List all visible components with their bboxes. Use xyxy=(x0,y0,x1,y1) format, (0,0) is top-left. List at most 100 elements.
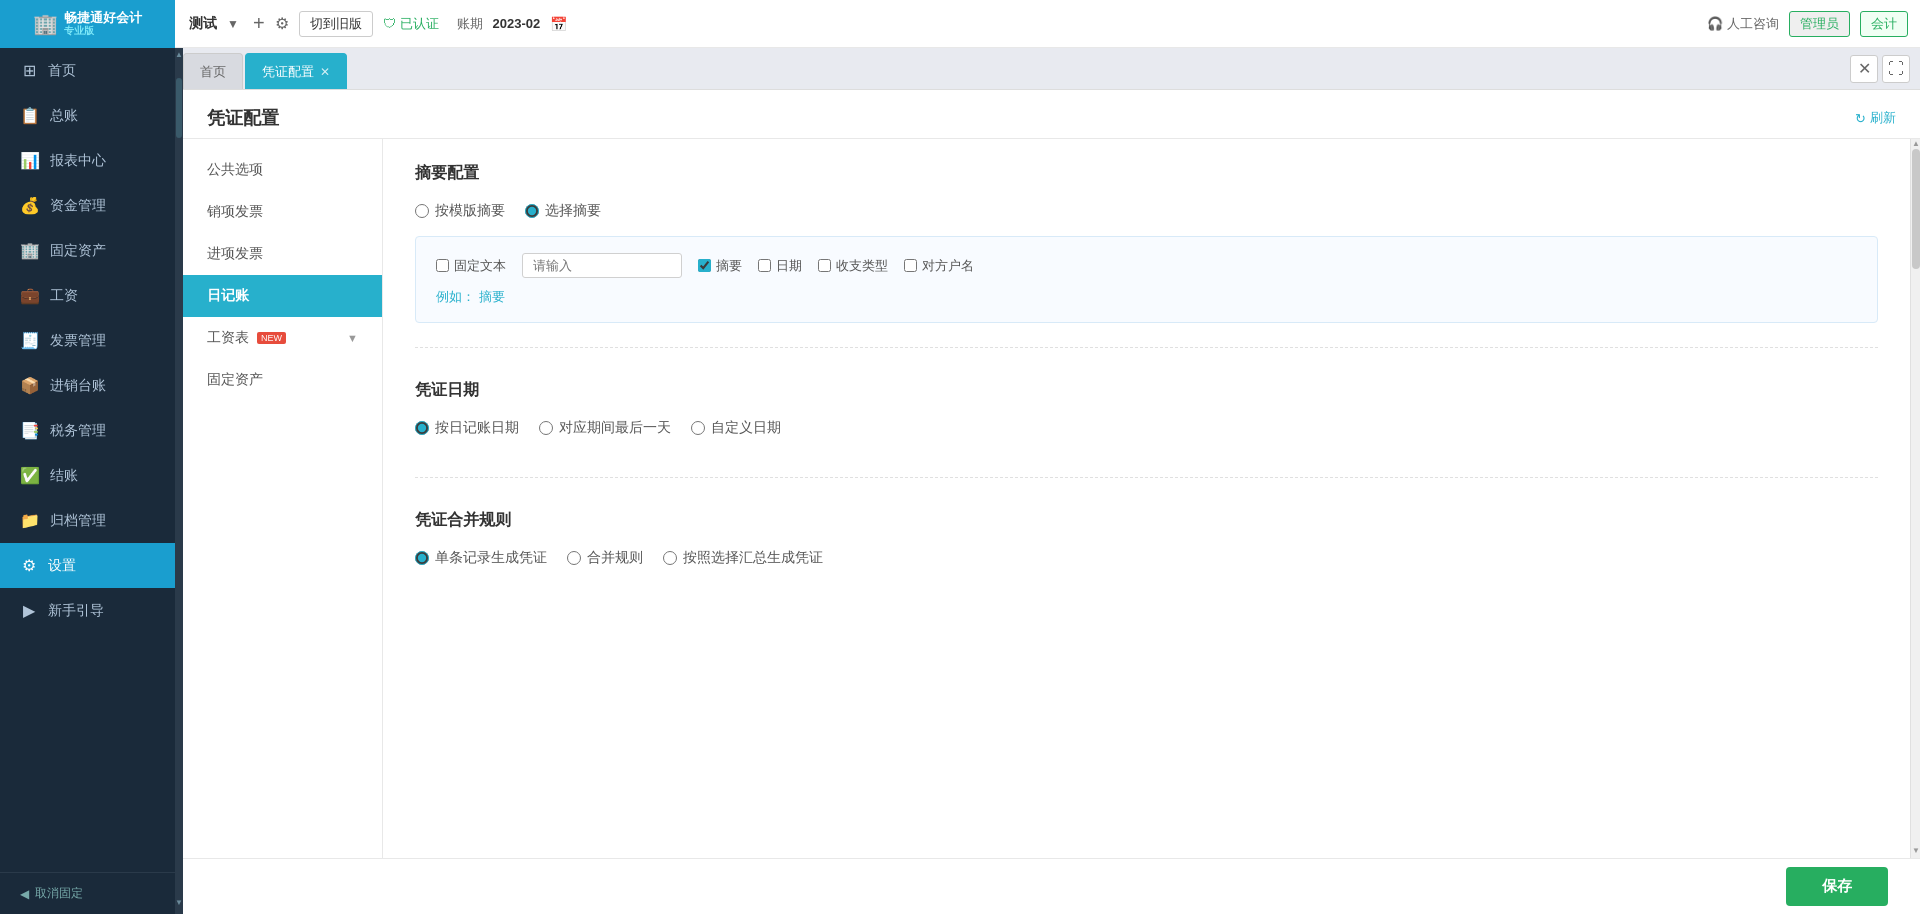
cancel-fixed-button[interactable]: ◀ 取消固定 xyxy=(0,872,175,914)
tab-config[interactable]: 凭证配置 ✕ xyxy=(245,53,347,89)
settings-icon[interactable]: ⚙ xyxy=(275,14,289,33)
date-checkbox[interactable] xyxy=(758,259,771,272)
summary-config-row: 固定文本 摘要 日期 xyxy=(436,253,1857,278)
left-nav-item-purchase[interactable]: 进项发票 xyxy=(183,233,382,275)
reports-icon: 📊 xyxy=(20,151,40,170)
left-nav-item-payroll[interactable]: 工资表 NEW ▼ xyxy=(183,317,382,359)
content-area: 首页 凭证配置 ✕ ✕ ⛶ 凭证配置 ↻ 刷新 xyxy=(183,48,1920,914)
summary-config-box: 固定文本 摘要 日期 xyxy=(415,236,1878,323)
merge-title: 凭证合并规则 xyxy=(415,510,1878,531)
tax-icon: 📑 xyxy=(20,421,40,440)
date-radio-journal[interactable]: 按日记账日期 xyxy=(415,419,519,437)
summary-radio-select-input[interactable] xyxy=(525,204,539,218)
new-badge: NEW xyxy=(257,332,286,344)
settings-sidebar-icon: ⚙ xyxy=(20,556,38,575)
assets-icon: 🏢 xyxy=(20,241,40,260)
certified-text: 已认证 xyxy=(400,15,439,33)
merge-radio-select-input[interactable] xyxy=(663,551,677,565)
tab-expand-button[interactable]: ⛶ xyxy=(1882,55,1910,83)
summary-checkbox[interactable] xyxy=(698,259,711,272)
sidebar-item-closing[interactable]: ✅ 结账 xyxy=(0,453,175,498)
bottom-bar: 保存 xyxy=(183,858,1920,914)
certified-badge: 🛡 已认证 xyxy=(383,15,439,33)
consult-button[interactable]: 🎧 人工咨询 xyxy=(1707,15,1779,33)
home-icon: ⊞ xyxy=(20,61,38,80)
sidebar-item-ledger[interactable]: 📋 总账 xyxy=(0,93,175,138)
date-radio-custom[interactable]: 自定义日期 xyxy=(691,419,781,437)
tab-home[interactable]: 首页 xyxy=(183,53,243,89)
summary-title: 摘要配置 xyxy=(415,163,1878,184)
sidebar-item-salary[interactable]: 💼 工资 xyxy=(0,273,175,318)
sidebar-item-settings[interactable]: ⚙ 设置 xyxy=(0,543,175,588)
date-checkbox-label[interactable]: 日期 xyxy=(758,257,802,275)
period-label: 账期 xyxy=(457,15,483,33)
date-radio-custom-input[interactable] xyxy=(691,421,705,435)
fixed-text-input[interactable] xyxy=(522,253,682,278)
calendar-icon[interactable]: 📅 xyxy=(550,16,567,32)
add-icon[interactable]: + xyxy=(253,12,265,35)
old-version-button[interactable]: 切到旧版 xyxy=(299,11,373,37)
sidebar-item-guide[interactable]: ▶ 新手引导 xyxy=(0,588,175,633)
sidebar-item-invoice[interactable]: 🧾 发票管理 xyxy=(0,318,175,363)
merge-radio-single-input[interactable] xyxy=(415,551,429,565)
scroll-bottom-arrow[interactable]: ▼ xyxy=(1911,846,1920,858)
refresh-button[interactable]: ↻ 刷新 xyxy=(1855,109,1896,127)
pin-icon: ◀ xyxy=(20,887,29,901)
admin-button[interactable]: 管理员 xyxy=(1789,11,1850,37)
merge-radio-single[interactable]: 单条记录生成凭证 xyxy=(415,549,547,567)
sidebar-item-capital[interactable]: 💰 资金管理 xyxy=(0,183,175,228)
date-radio-group: 按日记账日期 对应期间最后一天 自定义日期 xyxy=(415,419,1878,437)
sidebar-item-home[interactable]: ⊞ 首页 xyxy=(0,48,175,93)
fixed-text-checkbox[interactable] xyxy=(436,259,449,272)
fixed-text-checkbox-label[interactable]: 固定文本 xyxy=(436,257,506,275)
scroll-arrow-down[interactable]: ▼ xyxy=(175,898,183,912)
top-header: 🏢 畅捷通好会计 专业版 测试 ▼ + ⚙ 切到旧版 🛡 已认证 账期 2023… xyxy=(0,0,1920,48)
left-nav-item-journal[interactable]: 日记账 xyxy=(183,275,382,317)
summary-radio-select[interactable]: 选择摘要 xyxy=(525,202,601,220)
date-radio-period-last[interactable]: 对应期间最后一天 xyxy=(539,419,671,437)
income-expense-checkbox-label[interactable]: 收支类型 xyxy=(818,257,888,275)
left-nav-item-sales[interactable]: 销项发票 xyxy=(183,191,382,233)
tab-close-icon[interactable]: ✕ xyxy=(320,65,330,79)
dropdown-icon[interactable]: ▼ xyxy=(227,17,239,31)
merge-radio-rule-input[interactable] xyxy=(567,551,581,565)
inner-layout: 公共选项 销项发票 进项发票 日记账 工资表 NEW xyxy=(183,139,1920,858)
date-radio-period-last-input[interactable] xyxy=(539,421,553,435)
summary-section: 摘要配置 按模版摘要 选择摘要 xyxy=(415,163,1878,348)
date-radio-journal-input[interactable] xyxy=(415,421,429,435)
archive-icon: 📁 xyxy=(20,511,40,530)
tab-close-button[interactable]: ✕ xyxy=(1850,55,1878,83)
sidebar-item-reports[interactable]: 📊 报表中心 xyxy=(0,138,175,183)
sidebar: ⊞ 首页 📋 总账 📊 报表中心 💰 资金管理 🏢 固定资产 💼 工资 xyxy=(0,48,175,914)
page-header: 凭证配置 ↻ 刷新 xyxy=(183,90,1920,139)
right-content: 摘要配置 按模版摘要 选择摘要 xyxy=(383,139,1910,858)
save-button[interactable]: 保存 xyxy=(1786,867,1888,906)
scroll-top-arrow[interactable]: ▲ xyxy=(1911,139,1920,151)
closing-icon: ✅ xyxy=(20,466,40,485)
sidebar-item-archive[interactable]: 📁 归档管理 xyxy=(0,498,175,543)
income-expense-checkbox[interactable] xyxy=(818,259,831,272)
summary-radio-template-input[interactable] xyxy=(415,204,429,218)
sidebar-scrollbar[interactable]: ▲ ▼ xyxy=(175,48,183,914)
sidebar-item-trade[interactable]: 📦 进销台账 xyxy=(0,363,175,408)
logo-sub: 专业版 xyxy=(64,25,142,37)
counterpart-checkbox[interactable] xyxy=(904,259,917,272)
page-title: 凭证配置 xyxy=(207,106,279,130)
sidebar-item-assets[interactable]: 🏢 固定资产 xyxy=(0,228,175,273)
trade-icon: 📦 xyxy=(20,376,40,395)
merge-section: 凭证合并规则 单条记录生成凭证 合并规则 xyxy=(415,510,1878,607)
sidebar-item-tax[interactable]: 📑 税务管理 xyxy=(0,408,175,453)
accountant-button[interactable]: 会计 xyxy=(1860,11,1908,37)
merge-radio-select[interactable]: 按照选择汇总生成凭证 xyxy=(663,549,823,567)
right-scrollbar[interactable]: ▲ ▼ xyxy=(1910,139,1920,858)
summary-checkbox-label[interactable]: 摘要 xyxy=(698,257,742,275)
guide-icon: ▶ xyxy=(20,601,38,620)
summary-radio-template[interactable]: 按模版摘要 xyxy=(415,202,505,220)
counterpart-checkbox-label[interactable]: 对方户名 xyxy=(904,257,974,275)
merge-radio-rule[interactable]: 合并规则 xyxy=(567,549,643,567)
left-nav: 公共选项 销项发票 进项发票 日记账 工资表 NEW xyxy=(183,139,383,858)
left-nav-item-public[interactable]: 公共选项 xyxy=(183,149,382,191)
scroll-arrow-up[interactable]: ▲ xyxy=(175,50,183,64)
left-nav-item-fixed-assets[interactable]: 固定资产 xyxy=(183,359,382,401)
headset-icon: 🎧 xyxy=(1707,16,1723,31)
